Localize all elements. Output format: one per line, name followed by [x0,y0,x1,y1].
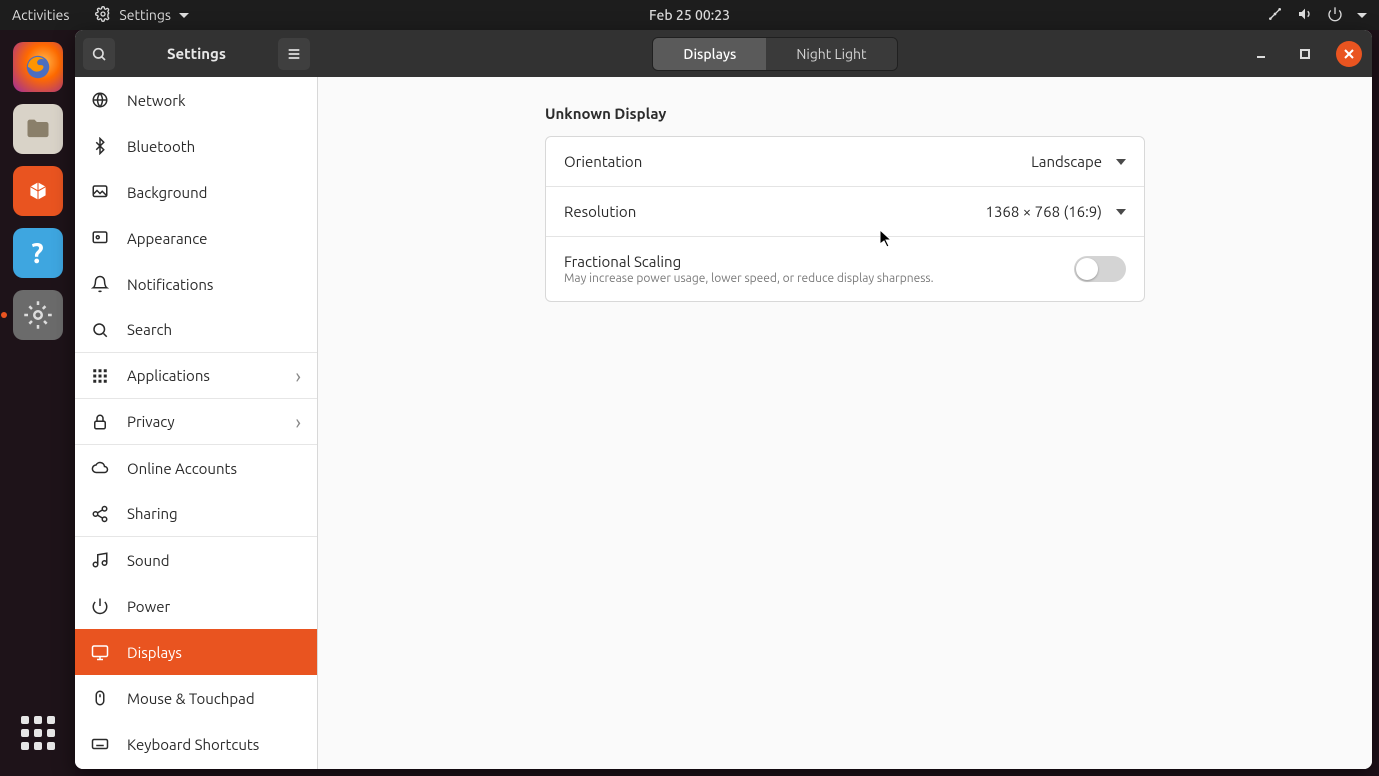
bluetooth-icon [91,137,109,155]
sidebar-item-notifications[interactable]: Notifications [75,261,317,307]
network-status-icon[interactable] [1267,6,1283,25]
fractional-scaling-label: Fractional Scaling [564,253,1074,270]
content-area: Unknown Display Orientation Landscape Re… [318,77,1372,769]
fractional-scaling-row: Fractional Scaling May increase power us… [546,237,1144,301]
sidebar-item-label: Search [127,321,172,338]
settings-window: Settings Displays Night Light Network Blu… [75,30,1372,769]
sidebar-item-online[interactable]: Online Accounts [75,445,317,491]
chevron-right-icon: › [295,364,301,387]
display-section-title: Unknown Display [545,105,1145,122]
sidebar-item-label: Online Accounts [127,460,237,477]
app-menu[interactable]: Settings [95,6,189,25]
dock-app-files[interactable] [13,104,63,154]
sidebar-item-displays[interactable]: Displays [75,629,317,675]
sidebar-item-label: Appearance [127,230,207,247]
system-menu-chevron-icon[interactable] [1357,13,1367,18]
sidebar-item-power[interactable]: Power [75,583,317,629]
minimize-button[interactable] [1248,41,1274,67]
dock-app-settings[interactable] [13,290,63,340]
dock-app-firefox[interactable] [13,42,63,92]
maximize-button[interactable] [1292,41,1318,67]
chevron-right-icon: › [295,410,301,433]
power-status-icon[interactable] [1327,6,1343,25]
resolution-value: 1368 × 768 (16:9) [985,203,1102,220]
sidebar-item-label: Keyboard Shortcuts [127,736,259,753]
displays-icon [91,643,109,661]
display-settings-panel: Orientation Landscape Resolution 1368 × … [545,136,1145,302]
chevron-down-icon [1116,209,1126,215]
sidebar-item-background[interactable]: Background [75,169,317,215]
gear-icon [95,6,111,25]
activities-button[interactable]: Activities [12,7,69,23]
hamburger-menu-button[interactable] [278,38,310,70]
chevron-down-icon [1116,159,1126,165]
sidebar-item-keyboard[interactable]: Keyboard Shortcuts [75,721,317,767]
volume-icon[interactable] [1297,6,1313,25]
fractional-scaling-switch[interactable] [1074,256,1126,282]
notifications-icon [91,275,109,293]
show-applications-button[interactable] [13,708,63,758]
dock-app-help[interactable]: ? [13,228,63,278]
applications-icon [91,367,109,385]
resolution-row[interactable]: Resolution 1368 × 768 (16:9) [546,187,1144,237]
sidebar-item-label: Privacy [127,413,175,430]
sidebar-item-label: Bluetooth [127,138,195,155]
sidebar-item-label: Sharing [127,505,178,522]
window-title: Settings [123,45,270,62]
search-icon [91,321,109,339]
sidebar-item-label: Network [127,92,186,109]
orientation-label: Orientation [564,153,1031,170]
power-icon [91,597,109,615]
clock[interactable]: Feb 25 00:23 [649,7,730,23]
chevron-down-icon [179,13,189,18]
sharing-icon [91,505,109,523]
settings-sidebar: Network Bluetooth Background Appearance Noti… [75,77,318,769]
sidebar-item-privacy[interactable]: Privacy › [75,399,317,445]
mouse-icon [91,689,109,707]
privacy-icon [91,413,109,431]
sidebar-item-applications[interactable]: Applications › [75,353,317,399]
top-menubar: Activities Settings Feb 25 00:23 [0,0,1379,30]
orientation-row[interactable]: Orientation Landscape [546,137,1144,187]
tab-displays[interactable]: Displays [653,38,766,70]
search-button[interactable] [83,38,115,70]
sidebar-item-mouse[interactable]: Mouse & Touchpad [75,675,317,721]
background-icon [91,183,109,201]
cloud-icon [91,459,109,477]
sidebar-item-label: Sound [127,552,170,569]
orientation-value: Landscape [1031,153,1102,170]
sidebar-item-label: Background [127,184,207,201]
sound-icon [91,551,109,569]
dock-app-software[interactable] [13,166,63,216]
network-icon [91,91,109,109]
fractional-scaling-sub: May increase power usage, lower speed, o… [564,272,1074,285]
sidebar-item-search[interactable]: Search [75,307,317,353]
close-button[interactable] [1336,41,1362,67]
keyboard-icon [91,735,109,753]
sidebar-item-network[interactable]: Network [75,77,317,123]
resolution-label: Resolution [564,203,985,220]
sidebar-item-label: Applications [127,367,210,384]
sidebar-item-sharing[interactable]: Sharing [75,491,317,537]
sidebar-item-label: Power [127,598,170,615]
appearance-icon [91,229,109,247]
tab-night-light[interactable]: Night Light [766,38,896,70]
sidebar-item-label: Displays [127,644,182,661]
titlebar: Settings Displays Night Light [75,30,1372,77]
view-tabs: Displays Night Light [652,37,897,71]
sidebar-item-sound[interactable]: Sound [75,537,317,583]
dock: ? [0,30,75,776]
sidebar-item-bluetooth[interactable]: Bluetooth [75,123,317,169]
sidebar-item-appearance[interactable]: Appearance [75,215,317,261]
app-menu-label: Settings [119,7,171,23]
sidebar-item-label: Notifications [127,276,213,293]
sidebar-item-label: Mouse & Touchpad [127,690,255,707]
